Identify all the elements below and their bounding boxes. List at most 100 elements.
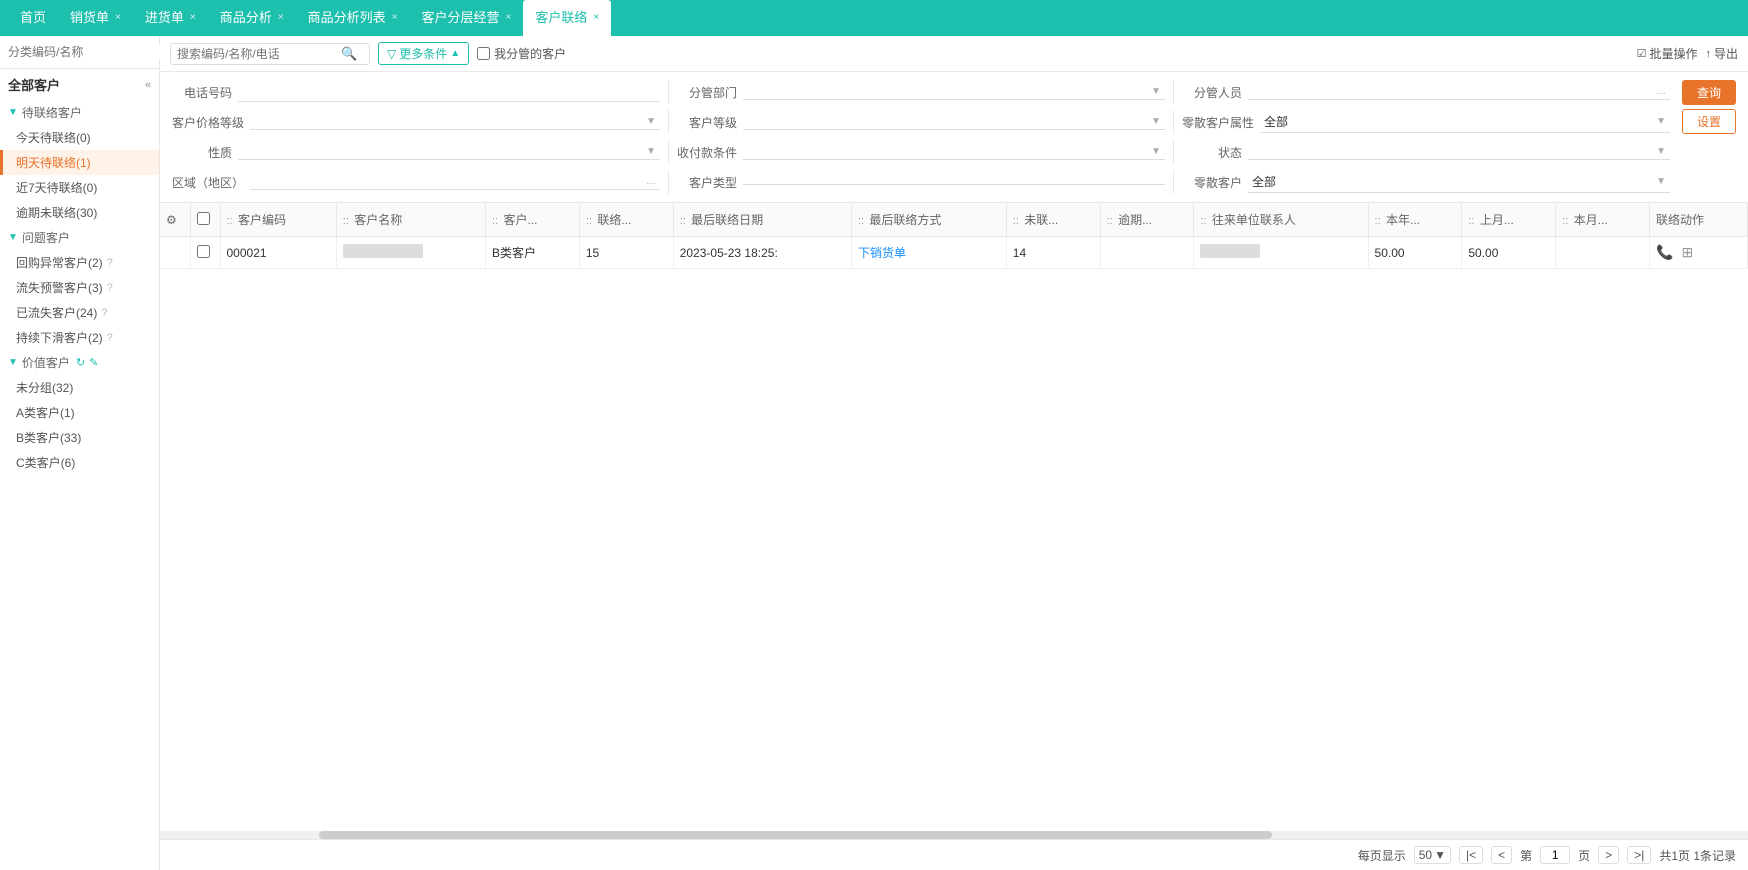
close-customer-contact-icon[interactable]: × xyxy=(593,0,599,36)
edit-icon[interactable]: ✎ xyxy=(89,356,98,369)
th-last-contact-date: :: 最后联络日期 xyxy=(673,203,851,237)
sidebar-item-today-contact[interactable]: 今天待联络(0) xyxy=(0,125,159,150)
filter-region-select[interactable]: … xyxy=(250,174,660,190)
nav-purchase-order[interactable]: 进货单 × xyxy=(133,0,208,36)
sidebar-item-repurchase-abnormal[interactable]: 回购异常客户(2) ? xyxy=(0,250,159,275)
filter-customer-type-select[interactable] xyxy=(743,180,1165,185)
phone-action-icon[interactable]: 📞 xyxy=(1656,244,1673,261)
filter-region: 区域（地区） … xyxy=(172,174,660,191)
filter-status-select[interactable]: ▼ xyxy=(1248,144,1670,160)
close-product-analysis-icon[interactable]: × xyxy=(278,0,284,36)
sidebar-item-declining[interactable]: 持续下滑客户(2) ? xyxy=(0,325,159,350)
filter-panel: 电话号码 分管部门 ▼ 分管人员 xyxy=(160,72,1748,203)
sort-icon-uncontacted: :: xyxy=(1013,215,1019,227)
filter-phone-input[interactable] xyxy=(238,83,660,102)
sidebar-item-c-class[interactable]: C类客户(6) xyxy=(0,450,159,475)
th-type: :: 客户... xyxy=(486,203,580,237)
sidebar-search-input[interactable] xyxy=(8,45,163,59)
settings-icon[interactable]: ⚙ xyxy=(166,213,177,227)
action-icons: 📞 ⊞ xyxy=(1656,244,1741,261)
refresh-icon[interactable]: ↻ xyxy=(76,356,85,369)
filter-retail-attr-select[interactable]: 全部 ▼ xyxy=(1260,111,1670,133)
filter-dept-select[interactable]: ▼ xyxy=(743,84,1165,100)
grid-action-icon[interactable]: ⊞ xyxy=(1681,244,1693,261)
sort-icon-this-year: :: xyxy=(1375,215,1381,227)
sidebar-item-a-class[interactable]: A类客户(1) xyxy=(0,400,159,425)
my-customer-checkbox-label[interactable]: 我分管的客户 xyxy=(477,45,566,62)
sidebar-item-churn-warning[interactable]: 流失预警客户(3) ? xyxy=(0,275,159,300)
filter-person: 分管人员 … xyxy=(1182,84,1670,101)
triangle-icon-2: ▼ xyxy=(8,232,18,243)
prev-page-button[interactable]: < xyxy=(1491,846,1512,864)
query-button[interactable]: 查询 xyxy=(1682,80,1736,105)
last-page-button[interactable]: >| xyxy=(1627,846,1651,864)
table-row: 000021 B类客户 15 2023-05-23 18:25: xyxy=(160,237,1748,269)
settings-button[interactable]: 设置 xyxy=(1682,109,1736,134)
filter-row-1: 电话号码 分管部门 ▼ 分管人员 xyxy=(172,80,1670,104)
filter-row-3: 性质 ▼ 收付款条件 ▼ xyxy=(172,140,1670,164)
row-settings xyxy=(160,237,190,269)
toolbar: 🔍 ▽ 更多条件 ▲ 我分管的客户 ☑ 批量操作 ↑ 导出 xyxy=(160,36,1748,72)
filter-actions: 查询 设置 xyxy=(1682,80,1736,194)
filter-payment-select[interactable]: ▼ xyxy=(743,144,1165,160)
triangle-icon-3: ▼ xyxy=(8,357,18,368)
sidebar-item-ungrouped[interactable]: 未分组(32) xyxy=(0,375,159,400)
filter-customer-level-select[interactable]: ▼ xyxy=(743,114,1165,130)
nav-sales-order[interactable]: 销货单 × xyxy=(58,0,133,36)
page-size-selector[interactable]: 50 ▼ xyxy=(1414,846,1451,864)
toolbar-search-input[interactable] xyxy=(177,47,337,61)
next-page-button[interactable]: > xyxy=(1598,846,1619,864)
filter-person-select[interactable]: … xyxy=(1248,84,1670,100)
sidebar-item-churned[interactable]: 已流失客户(24) ? xyxy=(0,300,159,325)
dept-down-arrow: ▼ xyxy=(1151,86,1161,97)
all-customers-header[interactable]: 全部客户 « xyxy=(0,69,159,100)
nav-customer-contact[interactable]: 客户联络 × xyxy=(523,0,611,36)
close-customer-layered-icon[interactable]: × xyxy=(505,0,511,36)
question-icon-4: ? xyxy=(107,332,113,344)
filter-nature-select[interactable]: ▼ xyxy=(238,144,660,160)
nav-product-analysis[interactable]: 商品分析 × xyxy=(208,0,296,36)
horizontal-scrollbar[interactable] xyxy=(160,831,1748,839)
close-product-analysis-list-icon[interactable]: × xyxy=(392,0,398,36)
export-button[interactable]: ↑ 导出 xyxy=(1705,45,1738,62)
sidebar-item-b-class[interactable]: B类客户(33) xyxy=(0,425,159,450)
checkbox-icon: ☑ xyxy=(1637,47,1647,60)
filter-price-level-select[interactable]: ▼ xyxy=(250,114,660,130)
sort-icon-method: :: xyxy=(858,215,864,227)
row-contacts: 15 xyxy=(579,237,673,269)
filter-retail-customer-select[interactable]: 全部 ▼ xyxy=(1248,171,1670,193)
filter-customer-type: 客户类型 xyxy=(677,174,1165,191)
th-checkbox xyxy=(190,203,220,237)
my-customer-checkbox[interactable] xyxy=(477,47,490,60)
sidebar-item-7days-contact[interactable]: 近7天待联络(0) xyxy=(0,175,159,200)
page-number-input[interactable] xyxy=(1540,846,1570,864)
export-icon: ↑ xyxy=(1705,48,1711,60)
nav-product-analysis-list[interactable]: 商品分析列表 × xyxy=(296,0,410,36)
row-last-contact-date: 2023-05-23 18:25: xyxy=(673,237,851,269)
select-all-checkbox[interactable] xyxy=(197,212,210,225)
nav-home[interactable]: 首页 xyxy=(8,0,58,36)
last-contact-method-link[interactable]: 下销货单 xyxy=(858,246,906,260)
th-this-year: :: 本年... xyxy=(1368,203,1462,237)
group-value-customers: ▼ 价值客户 ↻ ✎ xyxy=(0,350,159,375)
sidebar-item-tomorrow-contact[interactable]: 明天待联络(1) xyxy=(0,150,159,175)
sidebar-item-overdue-contact[interactable]: 逾期未联络(30) xyxy=(0,200,159,225)
more-filter-button[interactable]: ▽ 更多条件 ▲ xyxy=(378,42,469,65)
th-action: 联络动作 xyxy=(1650,203,1748,237)
nav-customer-layered[interactable]: 客户分层经营 × xyxy=(409,0,523,36)
close-purchase-order-icon[interactable]: × xyxy=(190,0,196,36)
sidebar: 🔍 全部客户 « ▼ 待联络客户 今天待联络(0) 明天待联络(1) 近7天待联… xyxy=(0,36,160,870)
chevron-up-icon: ▲ xyxy=(450,48,460,59)
close-sales-order-icon[interactable]: × xyxy=(115,0,121,36)
top-nav: 首页 销货单 × 进货单 × 商品分析 × 商品分析列表 × 客户分层经营 × … xyxy=(0,0,1748,36)
filter-retail-customer: 零散客户 全部 ▼ xyxy=(1182,171,1670,193)
row-this-month xyxy=(1556,237,1650,269)
first-page-button[interactable]: |< xyxy=(1459,846,1483,864)
row-checkbox[interactable] xyxy=(197,245,210,258)
filter-phone: 电话号码 xyxy=(172,83,660,102)
batch-operation-button[interactable]: ☑ 批量操作 xyxy=(1637,45,1698,62)
toolbar-search-icon[interactable]: 🔍 xyxy=(341,46,357,62)
row-no xyxy=(190,237,220,269)
filter-icon: ▽ xyxy=(387,47,396,61)
retail-attr-down-arrow: ▼ xyxy=(1656,116,1666,127)
